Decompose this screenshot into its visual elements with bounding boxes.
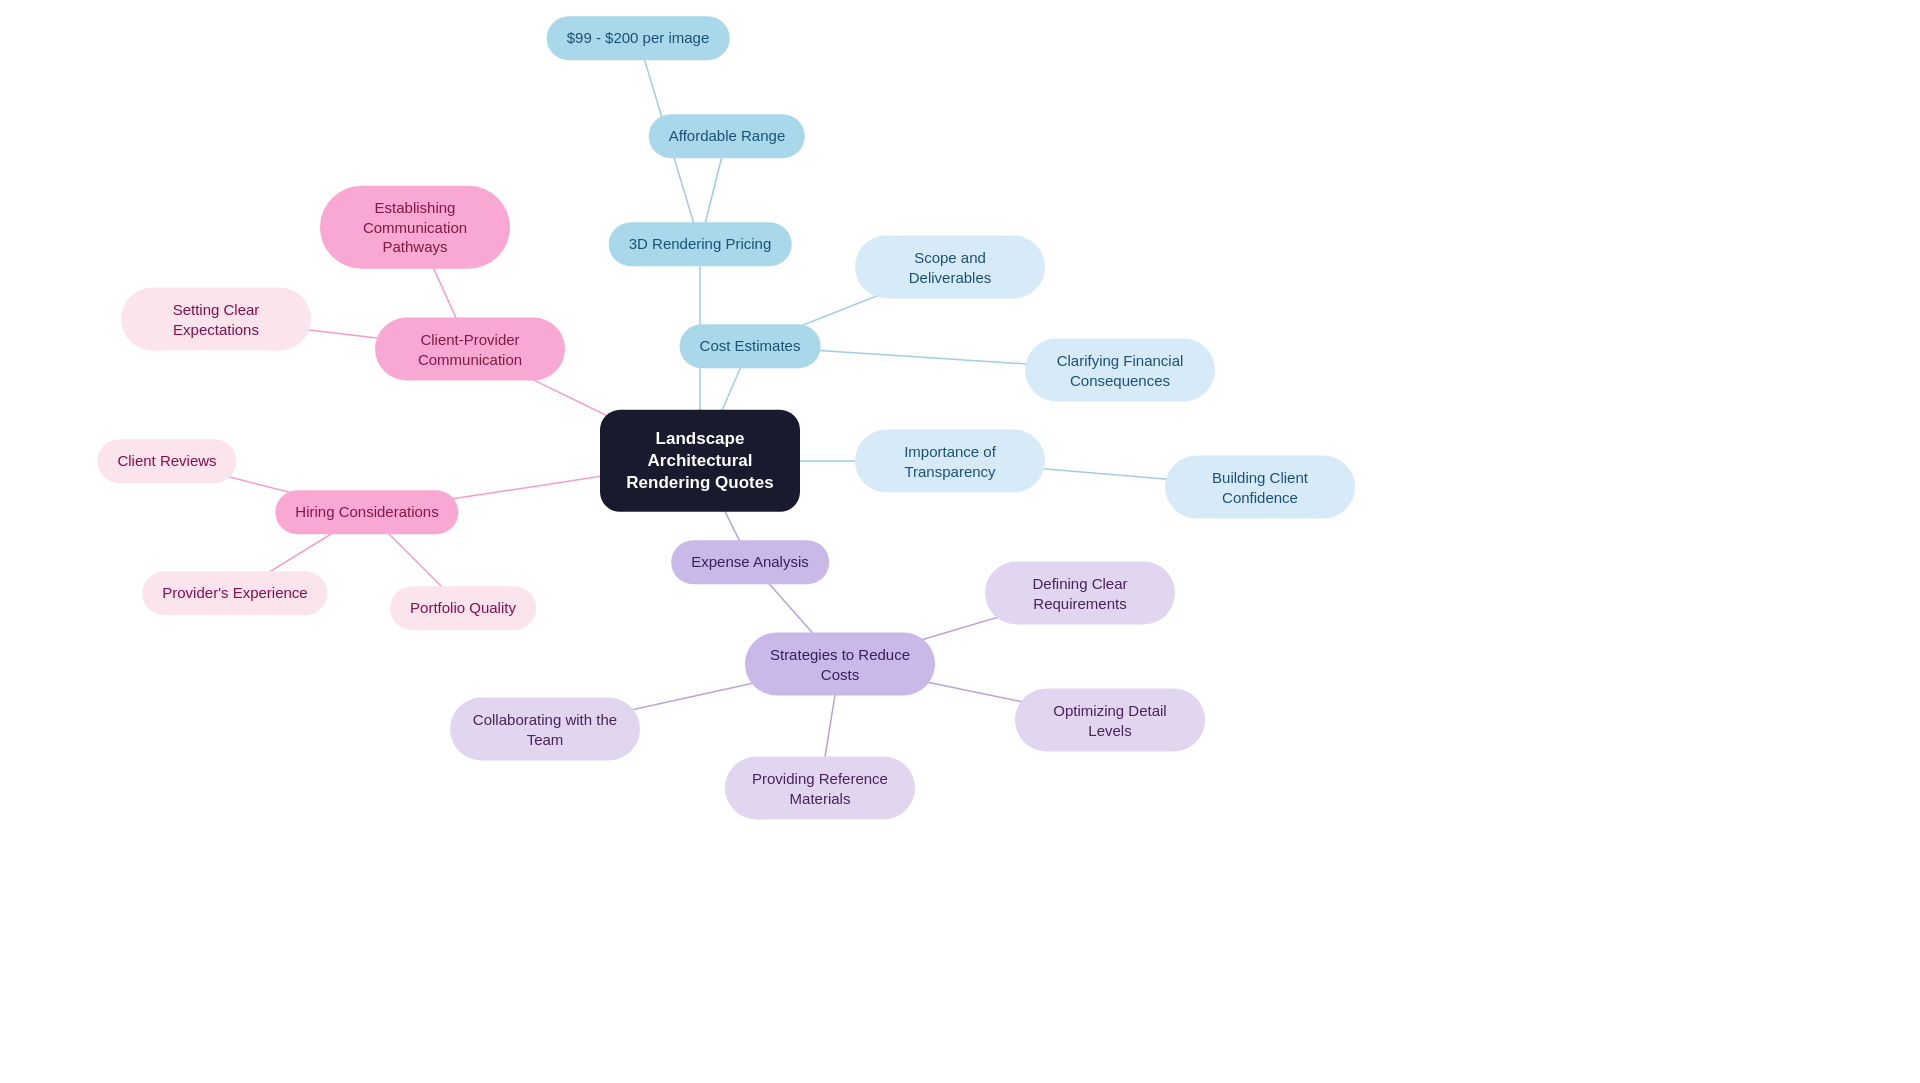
node-providers_experience: Provider's Experience bbox=[142, 571, 327, 615]
node-providing_reference: Providing Reference Materials bbox=[725, 757, 915, 820]
node-scope_deliverables: Scope and Deliverables bbox=[855, 236, 1045, 299]
node-importance_transparency: Importance of Transparency bbox=[855, 430, 1045, 493]
node-center: Landscape Architectural Rendering Quotes bbox=[600, 410, 800, 512]
node-establishing_comm: Establishing Communication Pathways bbox=[320, 186, 510, 269]
node-setting_clear: Setting Clear Expectations bbox=[121, 288, 311, 351]
node-strategies_reduce: Strategies to Reduce Costs bbox=[745, 633, 935, 696]
node-building_client: Building Client Confidence bbox=[1165, 456, 1355, 519]
node-portfolio_quality: Portfolio Quality bbox=[390, 586, 536, 630]
node-price_range: $99 - $200 per image bbox=[547, 16, 730, 60]
node-client_reviews: Client Reviews bbox=[97, 439, 236, 483]
node-hiring_considerations: Hiring Considerations bbox=[275, 490, 458, 534]
node-collaborating_team: Collaborating with the Team bbox=[450, 698, 640, 761]
node-rendering_pricing: 3D Rendering Pricing bbox=[609, 222, 792, 266]
node-affordable_range: Affordable Range bbox=[649, 114, 805, 158]
node-clarifying_financial: Clarifying Financial Consequences bbox=[1025, 339, 1215, 402]
node-expense_analysis: Expense Analysis bbox=[671, 540, 829, 584]
node-cost_estimates: Cost Estimates bbox=[680, 324, 821, 368]
node-client_provider: Client-Provider Communication bbox=[375, 318, 565, 381]
node-defining_clear: Defining Clear Requirements bbox=[985, 562, 1175, 625]
node-optimizing_detail: Optimizing Detail Levels bbox=[1015, 689, 1205, 752]
mind-map-container: Landscape Architectural Rendering Quotes… bbox=[0, 0, 1920, 1083]
connections-svg bbox=[0, 0, 1920, 1083]
